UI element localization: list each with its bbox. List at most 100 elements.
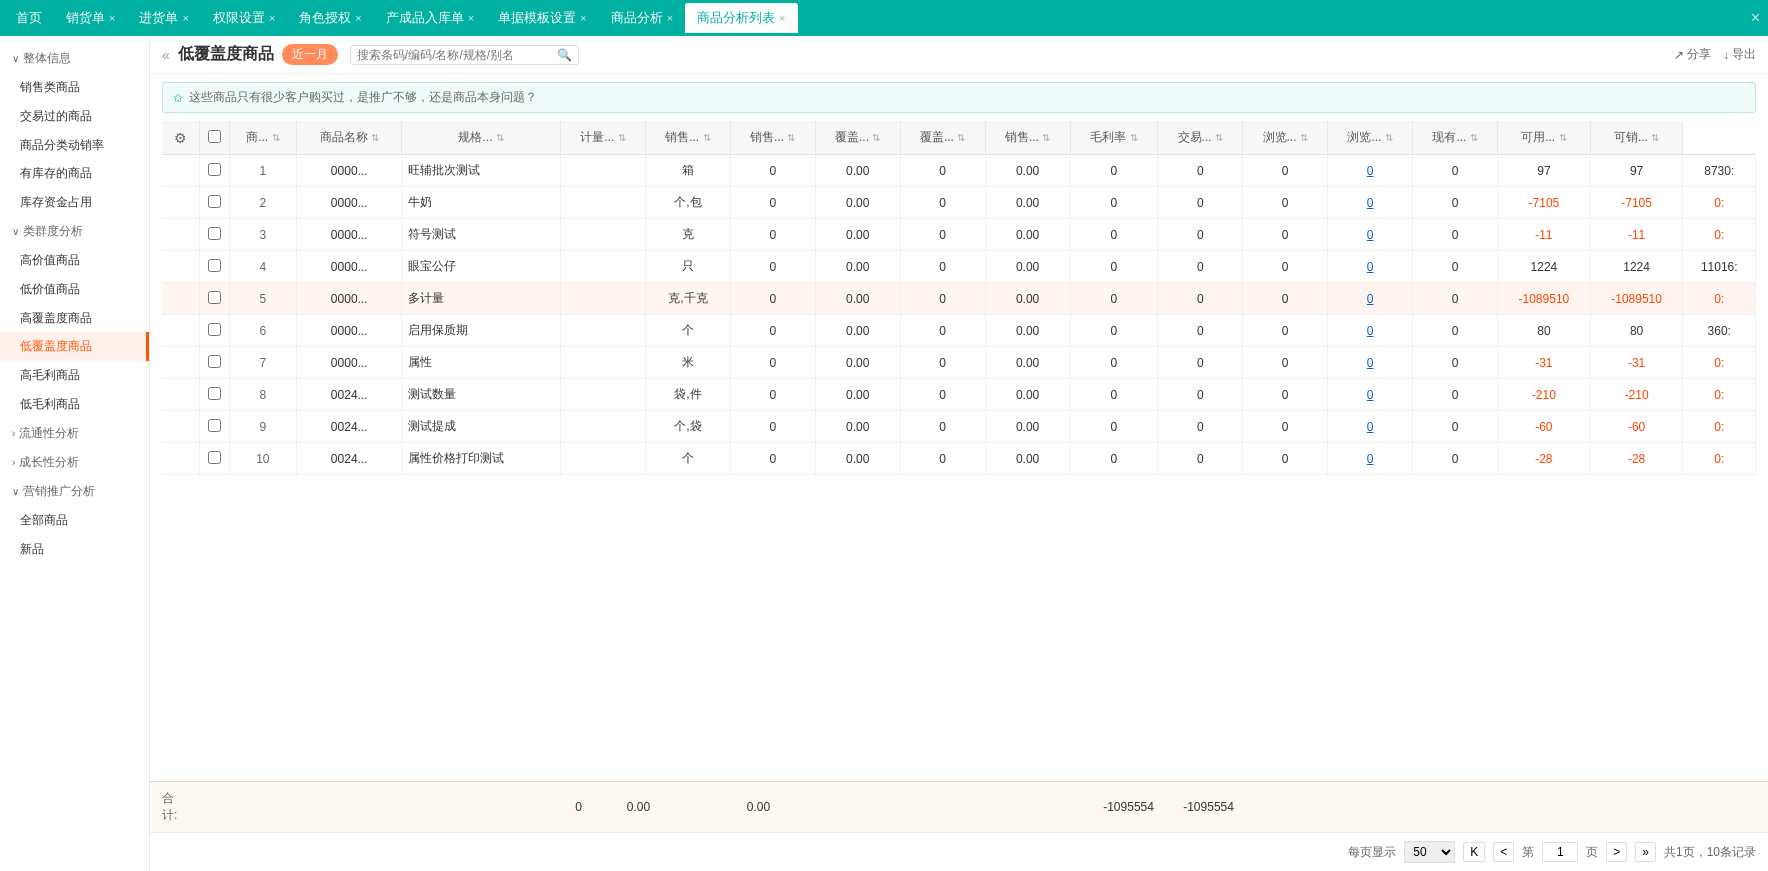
col-sales-day[interactable]: 销售... ⇅ bbox=[985, 121, 1070, 155]
row-browse1[interactable]: 0 bbox=[1328, 347, 1413, 379]
col-name[interactable]: 商品名称 ⇅ bbox=[297, 121, 402, 155]
row-settings[interactable] bbox=[162, 411, 199, 443]
col-sales-amt[interactable]: 销售... ⇅ bbox=[730, 121, 815, 155]
sidebar-item-inventory-capital[interactable]: 库存资金占用 bbox=[0, 188, 149, 217]
row-browse1[interactable]: 0 bbox=[1328, 283, 1413, 315]
row-checkbox[interactable] bbox=[199, 187, 229, 219]
sidebar-item-sales-goods[interactable]: 销售类商品 bbox=[0, 73, 149, 102]
search-input[interactable] bbox=[357, 48, 557, 62]
row-browse1[interactable]: 0 bbox=[1328, 315, 1413, 347]
row-settings[interactable] bbox=[162, 315, 199, 347]
sidebar-section-overview[interactable]: ∨ 整体信息 bbox=[0, 44, 149, 73]
search-icon[interactable]: 🔍 bbox=[557, 48, 572, 62]
col-available[interactable]: 可用... ⇅ bbox=[1498, 121, 1591, 155]
close-all-button[interactable]: × bbox=[1751, 9, 1760, 27]
row-browse1[interactable]: 0 bbox=[1328, 187, 1413, 219]
row-checkbox[interactable] bbox=[199, 219, 229, 251]
row-select-checkbox[interactable] bbox=[208, 259, 221, 272]
page-number-input[interactable] bbox=[1542, 842, 1578, 862]
sidebar-item-all-goods[interactable]: 全部商品 bbox=[0, 506, 149, 535]
sidebar-item-low-margin[interactable]: 低毛利商品 bbox=[0, 390, 149, 419]
col-checkbox[interactable] bbox=[199, 121, 229, 155]
close-icon[interactable]: × bbox=[355, 12, 361, 24]
sidebar-item-low-value[interactable]: 低价值商品 bbox=[0, 275, 149, 304]
sidebar-item-high-value[interactable]: 高价值商品 bbox=[0, 246, 149, 275]
row-checkbox[interactable] bbox=[199, 411, 229, 443]
nav-tab-template[interactable]: 单据模板设置 × bbox=[486, 3, 598, 33]
row-browse1[interactable]: 0 bbox=[1328, 411, 1413, 443]
row-browse1[interactable]: 0 bbox=[1328, 379, 1413, 411]
col-coverage1[interactable]: 覆盖... ⇅ bbox=[815, 121, 900, 155]
col-code[interactable]: 商... ⇅ bbox=[229, 121, 296, 155]
close-icon[interactable]: × bbox=[468, 12, 474, 24]
row-settings[interactable] bbox=[162, 187, 199, 219]
next-page-button[interactable]: > bbox=[1606, 842, 1627, 862]
row-settings[interactable] bbox=[162, 251, 199, 283]
sidebar-item-category-rate[interactable]: 商品分类动销率 bbox=[0, 131, 149, 160]
row-select-checkbox[interactable] bbox=[208, 163, 221, 176]
col-settings[interactable]: ⚙ bbox=[162, 121, 199, 155]
col-gross-rate[interactable]: 毛利率 ⇅ bbox=[1070, 121, 1158, 155]
row-select-checkbox[interactable] bbox=[208, 323, 221, 336]
row-select-checkbox[interactable] bbox=[208, 355, 221, 368]
col-sales-qty[interactable]: 销售... ⇅ bbox=[645, 121, 730, 155]
page-size-select[interactable]: 50 20 100 bbox=[1404, 841, 1455, 863]
first-page-button[interactable]: K bbox=[1463, 842, 1485, 862]
row-select-checkbox[interactable] bbox=[208, 291, 221, 304]
row-checkbox[interactable] bbox=[199, 443, 229, 475]
col-tx-count[interactable]: 交易... ⇅ bbox=[1158, 121, 1243, 155]
close-icon[interactable]: × bbox=[667, 12, 673, 24]
col-browse2[interactable]: 浏览... ⇅ bbox=[1328, 121, 1413, 155]
row-select-checkbox[interactable] bbox=[208, 451, 221, 464]
row-select-checkbox[interactable] bbox=[208, 419, 221, 432]
nav-tab-analysis[interactable]: 商品分析 × bbox=[599, 3, 685, 33]
col-spec[interactable]: 规格... ⇅ bbox=[402, 121, 561, 155]
sidebar-item-new-goods[interactable]: 新品 bbox=[0, 535, 149, 564]
sidebar-section-liquidity[interactable]: › 流通性分析 bbox=[0, 419, 149, 448]
sidebar-collapse-button[interactable]: « bbox=[162, 47, 170, 63]
close-icon[interactable]: × bbox=[779, 12, 785, 24]
row-settings[interactable] bbox=[162, 219, 199, 251]
select-all-checkbox[interactable] bbox=[208, 130, 221, 143]
close-icon[interactable]: × bbox=[182, 12, 188, 24]
nav-tab-inbound[interactable]: 产成品入库单 × bbox=[374, 3, 486, 33]
row-checkbox[interactable] bbox=[199, 347, 229, 379]
row-settings[interactable] bbox=[162, 283, 199, 315]
row-settings[interactable] bbox=[162, 379, 199, 411]
row-checkbox[interactable] bbox=[199, 251, 229, 283]
sidebar-section-group-analysis[interactable]: ∨ 类群度分析 bbox=[0, 217, 149, 246]
col-coverage2[interactable]: 覆盖... ⇅ bbox=[900, 121, 985, 155]
row-settings[interactable] bbox=[162, 443, 199, 475]
sidebar-item-low-coverage[interactable]: 低覆盖度商品 bbox=[0, 332, 149, 361]
col-unit[interactable]: 计量... ⇅ bbox=[560, 121, 645, 155]
nav-tab-purchase[interactable]: 进货单 × bbox=[127, 3, 200, 33]
time-filter-button[interactable]: 近一月 bbox=[282, 44, 338, 65]
row-checkbox[interactable] bbox=[199, 315, 229, 347]
col-saleable[interactable]: 可销... ⇅ bbox=[1590, 121, 1683, 155]
row-settings[interactable] bbox=[162, 155, 199, 187]
nav-tab-role[interactable]: 角色授权 × bbox=[287, 3, 373, 33]
last-page-button[interactable]: » bbox=[1635, 842, 1656, 862]
nav-tab-home[interactable]: 首页 bbox=[4, 3, 54, 33]
row-settings[interactable] bbox=[162, 347, 199, 379]
row-select-checkbox[interactable] bbox=[208, 387, 221, 400]
row-browse1[interactable]: 0 bbox=[1328, 443, 1413, 475]
nav-tab-sales[interactable]: 销货单 × bbox=[54, 3, 127, 33]
sidebar-item-high-margin[interactable]: 高毛利商品 bbox=[0, 361, 149, 390]
sidebar-section-growth[interactable]: › 成长性分析 bbox=[0, 448, 149, 477]
sidebar-item-traded-goods[interactable]: 交易过的商品 bbox=[0, 102, 149, 131]
export-button[interactable]: ↓ 导出 bbox=[1723, 46, 1756, 63]
row-browse1[interactable]: 0 bbox=[1328, 251, 1413, 283]
sidebar-item-high-coverage[interactable]: 高覆盖度商品 bbox=[0, 304, 149, 333]
close-icon[interactable]: × bbox=[109, 12, 115, 24]
close-icon[interactable]: × bbox=[269, 12, 275, 24]
col-current[interactable]: 现有... ⇅ bbox=[1413, 121, 1498, 155]
close-icon[interactable]: × bbox=[580, 12, 586, 24]
prev-page-button[interactable]: < bbox=[1493, 842, 1514, 862]
row-browse1[interactable]: 0 bbox=[1328, 219, 1413, 251]
sidebar-section-marketing[interactable]: ∨ 营销推广分析 bbox=[0, 477, 149, 506]
row-checkbox[interactable] bbox=[199, 379, 229, 411]
nav-tab-permission[interactable]: 权限设置 × bbox=[201, 3, 287, 33]
row-browse1[interactable]: 0 bbox=[1328, 155, 1413, 187]
row-checkbox[interactable] bbox=[199, 283, 229, 315]
